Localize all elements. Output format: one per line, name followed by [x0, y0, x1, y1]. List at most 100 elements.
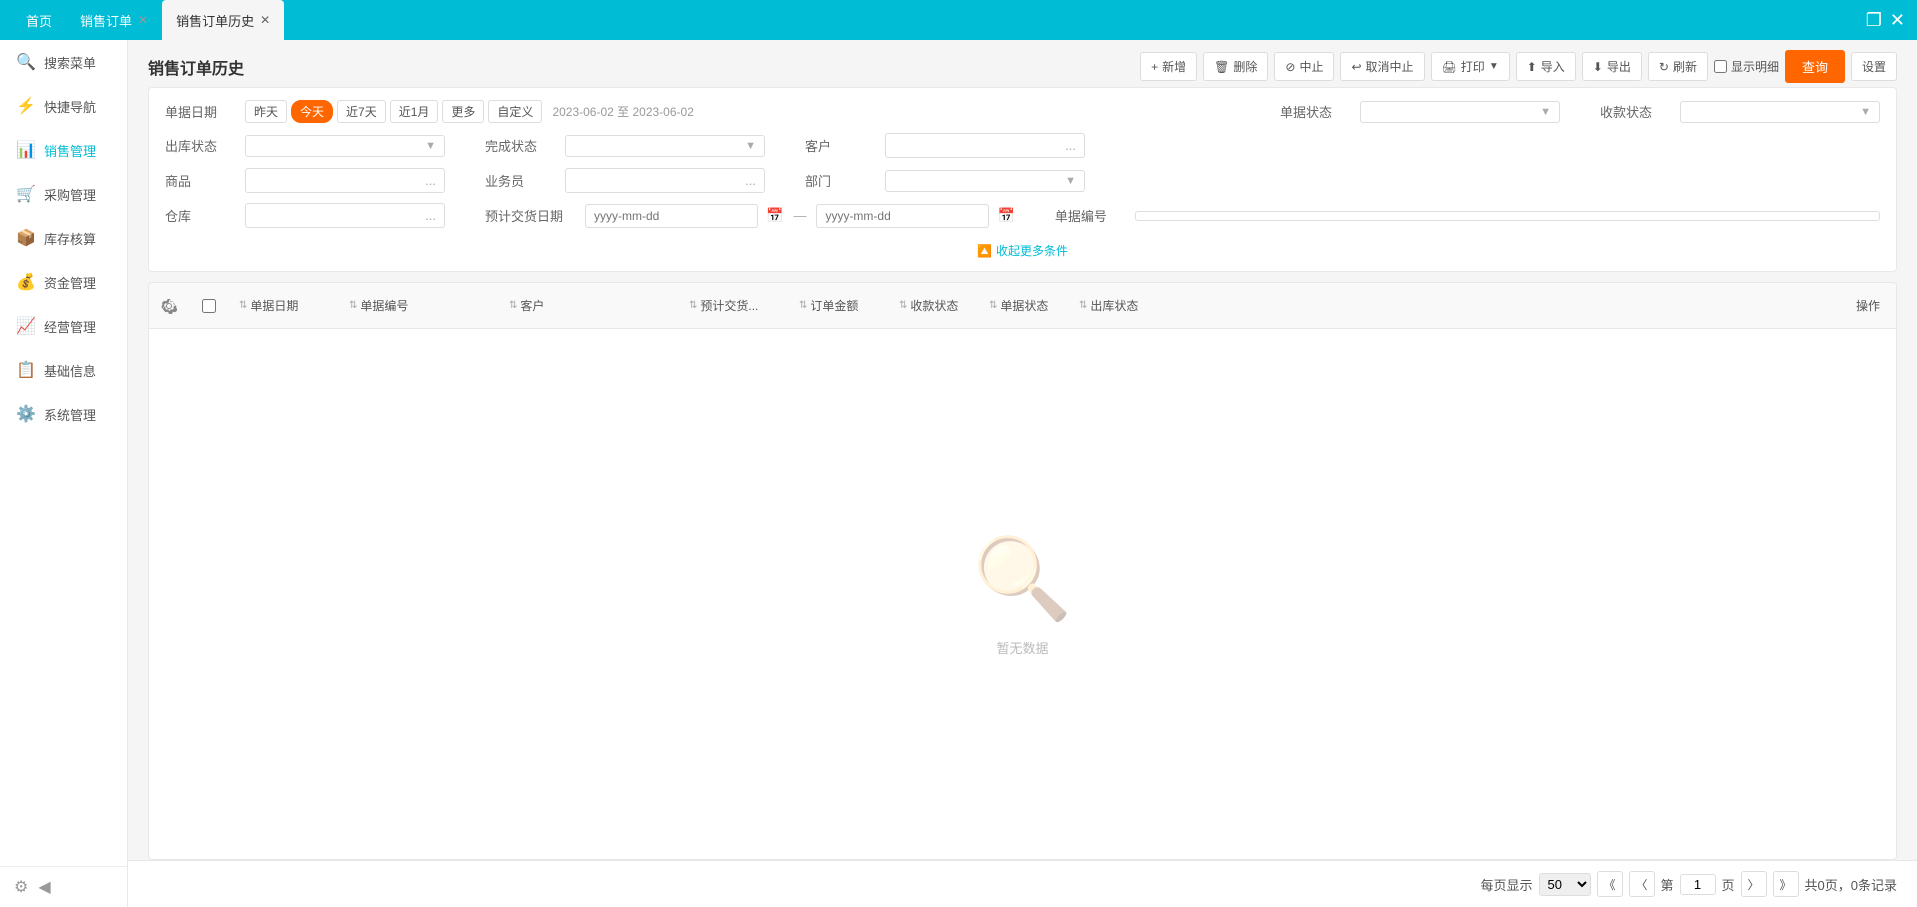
complete-status-label: 完成状态: [485, 136, 565, 155]
goods-ellipsis-icon[interactable]: ...: [425, 173, 436, 188]
sidebar-item-purchase[interactable]: 🛒 采购管理: [0, 172, 127, 216]
th-delivery[interactable]: ⇅ 预计交货...: [679, 291, 789, 320]
import-button[interactable]: ⬆ 导入: [1516, 52, 1576, 81]
collapse-sidebar-icon[interactable]: ◀: [38, 877, 50, 897]
collapse-row[interactable]: 🔼 收起更多条件: [165, 238, 1880, 259]
search-icon: 🔍: [16, 52, 36, 72]
doc-status-chevron-icon: ▼: [1540, 106, 1551, 118]
cancel-stop-button[interactable]: ↩ 取消中止: [1340, 52, 1424, 81]
th-settings[interactable]: [149, 292, 189, 320]
customer-ellipsis-icon[interactable]: ...: [1065, 138, 1076, 153]
delete-button[interactable]: 🗑 删除: [1203, 52, 1268, 81]
sidebar-item-inventory[interactable]: 📦 库存核算: [0, 216, 127, 260]
empty-text: 暂无数据: [996, 638, 1048, 657]
pay-status-select[interactable]: ▼: [1680, 101, 1880, 123]
out-status-select[interactable]: ▼: [245, 135, 445, 157]
dept-select[interactable]: ▼: [885, 170, 1085, 192]
sort-icon-customer: ⇅: [509, 300, 517, 311]
add-button[interactable]: + 新增: [1140, 52, 1197, 81]
sidebar-bottom: ⚙ ◀: [0, 866, 127, 907]
next-page-button[interactable]: 〉: [1741, 871, 1767, 897]
th-pay-status[interactable]: ⇅ 收款状态: [889, 291, 979, 320]
stop-icon: ⊘: [1285, 60, 1295, 74]
delivery-date-from-input[interactable]: [585, 204, 758, 228]
salesman-ellipsis-icon[interactable]: ...: [745, 173, 756, 188]
date-btn-custom[interactable]: 自定义: [488, 100, 542, 123]
import-icon: ⬆: [1527, 60, 1537, 74]
date-btn-today[interactable]: 今天: [291, 100, 333, 123]
th-doc-status[interactable]: ⇅ 单据状态: [979, 291, 1069, 320]
filter-row-1: 单据日期 昨天 今天 近7天 近1月 更多 自定义 2023-06-02 至 2…: [165, 100, 1880, 123]
date-buttons: 昨天 今天 近7天 近1月 更多 自定义: [245, 100, 542, 123]
doc-status-label: 单据状态: [1280, 102, 1360, 121]
sidebar-item-system[interactable]: ⚙️ 系统管理: [0, 392, 127, 436]
th-date[interactable]: ⇅ 单据日期: [229, 291, 339, 320]
cancel-stop-icon: ↩: [1351, 60, 1361, 74]
sidebar-item-sales[interactable]: 📊 销售管理: [0, 128, 127, 172]
date-label: 单据日期: [165, 102, 245, 121]
sidebar-item-operations[interactable]: 📈 经营管理: [0, 304, 127, 348]
empty-illustration: 🔍: [973, 532, 1073, 626]
stop-button[interactable]: ⊘ 中止: [1274, 52, 1334, 81]
settings-button[interactable]: 设置: [1851, 52, 1897, 81]
page-title: 销售订单历史: [148, 55, 244, 79]
sidebar-item-quick-nav[interactable]: ⚡ 快捷导航: [0, 84, 127, 128]
select-all-checkbox[interactable]: [202, 299, 216, 313]
th-customer[interactable]: ⇅ 客户: [499, 291, 679, 320]
sidebar-item-search[interactable]: 🔍 搜索菜单: [0, 40, 127, 84]
date-btn-more[interactable]: 更多: [442, 100, 484, 123]
filter-area: 单据日期 昨天 今天 近7天 近1月 更多 自定义 2023-06-02 至 2…: [148, 87, 1897, 272]
date-btn-yesterday[interactable]: 昨天: [245, 100, 287, 123]
sort-icon-delivery: ⇅: [689, 300, 697, 311]
sidebar-item-finance[interactable]: 💰 资金管理: [0, 260, 127, 304]
tab-sales-order-history[interactable]: 销售订单历史 ✕: [162, 0, 284, 40]
export-icon: ⬇: [1593, 60, 1603, 74]
th-out-status[interactable]: ⇅ 出库状态: [1069, 291, 1159, 320]
sales-icon: 📊: [16, 140, 36, 160]
tab-close-history[interactable]: ✕: [260, 13, 270, 27]
main-layout: 🔍 搜索菜单 ⚡ 快捷导航 📊 销售管理 🛒 采购管理 📦 库存核算 💰 资金管…: [0, 40, 1917, 907]
restore-icon[interactable]: ❐: [1866, 10, 1882, 31]
refresh-button[interactable]: ↻ 刷新: [1648, 52, 1708, 81]
tab-home[interactable]: 首页: [12, 0, 66, 40]
complete-status-select[interactable]: ▼: [565, 135, 765, 157]
purchase-icon: 🛒: [16, 184, 36, 204]
last-page-button[interactable]: 》: [1773, 871, 1799, 897]
window-controls: ❐ ✕: [1866, 10, 1905, 31]
delete-icon: 🗑: [1214, 60, 1229, 74]
calendar-from-icon[interactable]: 📅: [766, 207, 783, 224]
th-docno[interactable]: ⇅ 单据编号: [339, 291, 499, 320]
print-button[interactable]: 🖨 打印 ▼: [1431, 52, 1510, 81]
page-number-input[interactable]: [1680, 874, 1716, 895]
settings-bottom-icon[interactable]: ⚙: [14, 877, 28, 897]
first-page-button[interactable]: 《: [1597, 871, 1623, 897]
pay-status-chevron-icon: ▼: [1860, 106, 1871, 118]
doc-no-label: 单据编号: [1055, 206, 1135, 225]
th-checkbox[interactable]: [189, 293, 229, 319]
filter-row-4: 仓库 ... 预计交货日期 📅 — 📅 单据编号: [165, 203, 1880, 228]
sidebar-item-basic-info[interactable]: 📋 基础信息: [0, 348, 127, 392]
th-amount[interactable]: ⇅ 订单金额: [789, 291, 889, 320]
delivery-date-to-input[interactable]: [816, 204, 989, 228]
per-page-select[interactable]: 50 10 20 100: [1539, 873, 1591, 896]
refresh-icon: ↻: [1659, 60, 1669, 74]
date-btn-7days[interactable]: 近7天: [337, 100, 386, 123]
export-button[interactable]: ⬇ 导出: [1582, 52, 1642, 81]
date-btn-1month[interactable]: 近1月: [390, 100, 439, 123]
warehouse-ellipsis-icon[interactable]: ...: [425, 208, 436, 223]
tab-sales-order[interactable]: 销售订单 ✕: [66, 0, 162, 40]
calendar-to-icon[interactable]: 📅: [997, 207, 1014, 224]
basic-info-icon: 📋: [16, 360, 36, 380]
display-cols-checkbox[interactable]: [1714, 60, 1727, 73]
query-button[interactable]: 查询: [1785, 50, 1845, 83]
tab-close-sales-order[interactable]: ✕: [138, 13, 148, 27]
display-cols-toggle[interactable]: 显示明细: [1714, 58, 1779, 75]
prev-page-button[interactable]: 〈: [1629, 871, 1655, 897]
close-window-icon[interactable]: ✕: [1890, 10, 1905, 31]
dept-chevron-icon: ▼: [1065, 175, 1076, 187]
warehouse-label: 仓库: [165, 206, 245, 225]
empty-state: 🔍 暂无数据: [973, 532, 1073, 657]
salesman-label: 业务员: [485, 171, 565, 190]
doc-status-select[interactable]: ▼: [1360, 101, 1560, 123]
pay-status-label: 收款状态: [1600, 102, 1680, 121]
